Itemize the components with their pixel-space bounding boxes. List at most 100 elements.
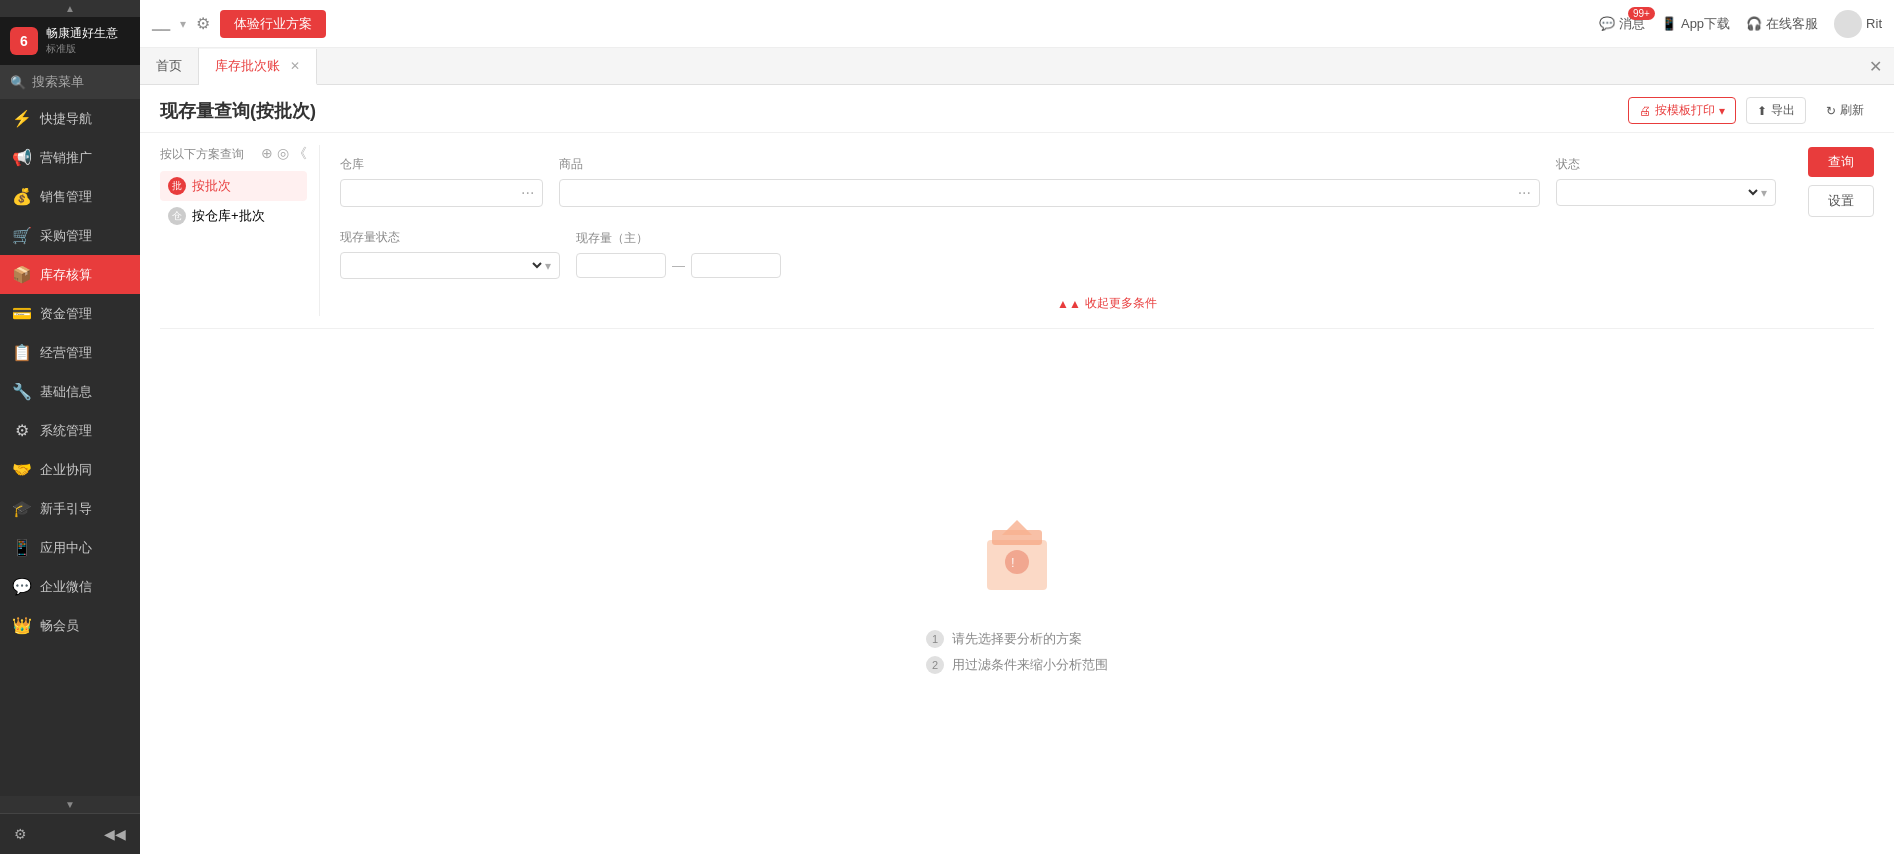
warehouse-input[interactable] xyxy=(349,185,517,200)
status-chevron-icon: ▾ xyxy=(1761,186,1767,200)
search-icon: 🔍 xyxy=(10,75,26,90)
filter-sidebar-actions: ⊕ ◎ 《 xyxy=(261,145,307,163)
sidebar-item-quicknav[interactable]: ⚡ 快捷导航 xyxy=(0,99,140,138)
inventory-nav-icon: 📦 xyxy=(12,265,32,284)
sidebar-item-inventory[interactable]: 📦 库存核算 xyxy=(0,255,140,294)
sidebar-item-marketing[interactable]: 📢 营销推广 xyxy=(0,138,140,177)
quicknav-nav-label: 快捷导航 xyxy=(40,110,92,128)
online-service-btn[interactable]: 🎧 在线客服 xyxy=(1746,15,1818,33)
sidebar-item-business[interactable]: 📋 经营管理 xyxy=(0,333,140,372)
sidebar-scroll-up[interactable]: ▲ xyxy=(0,0,140,17)
message-badge: 99+ xyxy=(1628,7,1655,20)
sales-nav-label: 销售管理 xyxy=(40,188,92,206)
finance-nav-icon: 💳 xyxy=(12,304,32,323)
member-nav-label: 畅会员 xyxy=(40,617,79,635)
template-print-dropdown-icon[interactable]: ▾ xyxy=(1719,104,1725,118)
scheme-item-warehouse-batch[interactable]: 仓 按仓库+批次 xyxy=(160,201,307,231)
sidebar-item-sales[interactable]: 💰 销售管理 xyxy=(0,177,140,216)
sidebar-item-finance[interactable]: 💳 资金管理 xyxy=(0,294,140,333)
query-btn[interactable]: 查询 xyxy=(1808,147,1874,177)
sidebar-header: 6 畅康通好生意 标准版 xyxy=(0,17,140,65)
user-avatar-btn[interactable]: Rit xyxy=(1834,10,1882,38)
tab-close-icon[interactable]: ✕ xyxy=(290,60,300,72)
sidebar-item-purchase[interactable]: 🛒 采购管理 xyxy=(0,216,140,255)
page-header: 现存量查询(按批次) 🖨 按模板打印 ▾ ⬆ 导出 ↻ 刷新 xyxy=(140,85,1894,133)
settings-gear-icon[interactable]: ⚙ xyxy=(196,14,210,33)
inventory-nav-label: 库存核算 xyxy=(40,266,92,284)
stock-amount-max[interactable] xyxy=(691,253,781,278)
stock-status-select[interactable]: 全部 有库存 无库存 xyxy=(349,257,545,274)
system-nav-icon: ⚙ xyxy=(12,421,32,440)
marketing-nav-label: 营销推广 xyxy=(40,149,92,167)
filter-row-2: 现存量状态 全部 有库存 无库存 ▾ 现存量（主） xyxy=(340,229,1874,279)
sidebar-item-member[interactable]: 👑 畅会员 xyxy=(0,606,140,645)
filter-scheme-sidebar: 按以下方案查询 ⊕ ◎ 《 批 按批次 仓 按仓库+批次 xyxy=(160,145,320,316)
stock-status-select-wrap[interactable]: 全部 有库存 无库存 ▾ xyxy=(340,252,560,279)
scheme-item-batch[interactable]: 批 按批次 xyxy=(160,171,307,201)
sidebar-item-basic[interactable]: 🔧 基础信息 xyxy=(0,372,140,411)
trial-btn[interactable]: 体验行业方案 xyxy=(220,10,326,38)
collapse-more-btn[interactable]: ▲▲ 收起更多条件 xyxy=(340,291,1874,316)
warehouse-dots-icon[interactable]: ··· xyxy=(521,184,534,202)
sidebar-item-system[interactable]: ⚙ 系统管理 xyxy=(0,411,140,450)
member-nav-icon: 👑 xyxy=(12,616,32,635)
app-download-btn[interactable]: 📱 App下载 xyxy=(1661,15,1730,33)
collapse-up-icon: ▲▲ xyxy=(1057,297,1081,311)
tab-home[interactable]: 首页 xyxy=(140,48,199,84)
scheme-warehouse-batch-icon: 仓 xyxy=(168,207,186,225)
filter-area: 按以下方案查询 ⊕ ◎ 《 批 按批次 仓 按仓库+批次 xyxy=(140,133,1894,328)
step1-num: 1 xyxy=(926,630,944,648)
product-input[interactable] xyxy=(568,185,1513,200)
quicknav-nav-icon: ⚡ xyxy=(12,109,32,128)
basic-nav-label: 基础信息 xyxy=(40,383,92,401)
message-icon: 💬 xyxy=(1599,16,1615,31)
app-logo: 6 xyxy=(10,27,38,55)
add-scheme-icon[interactable]: ⊕ xyxy=(261,145,273,163)
newguide-nav-icon: 🎓 xyxy=(12,499,32,518)
scheme-settings-icon[interactable]: ◎ xyxy=(277,145,289,163)
app-version: 标准版 xyxy=(46,42,118,56)
stock-status-field: 现存量状态 全部 有库存 无库存 ▾ xyxy=(340,229,560,279)
export-btn[interactable]: ⬆ 导出 xyxy=(1746,97,1806,124)
sidebar-item-enterprise[interactable]: 🤝 企业协同 xyxy=(0,450,140,489)
system-nav-label: 系统管理 xyxy=(40,422,92,440)
refresh-btn[interactable]: ↻ 刷新 xyxy=(1816,98,1874,123)
status-field: 状态 ▾ xyxy=(1556,156,1776,206)
sidebar-scroll-down[interactable]: ▼ xyxy=(0,796,140,813)
breadcrumb-dropdown[interactable]: ▾ xyxy=(180,17,186,31)
status-select-wrap[interactable]: ▾ xyxy=(1556,179,1776,206)
panel-close-btn[interactable]: ✕ xyxy=(1857,57,1894,76)
sidebar-collapse-icon[interactable]: ◀◀ xyxy=(100,822,130,846)
stock-amount-min[interactable] xyxy=(576,253,666,278)
scheme-batch-label: 按批次 xyxy=(192,177,231,195)
wechat-nav-icon: 💬 xyxy=(12,577,32,596)
tab-inventory-batch[interactable]: 库存批次账 ✕ xyxy=(199,49,317,85)
sidebar-item-wechat[interactable]: 💬 企业微信 xyxy=(0,567,140,606)
page-title: 现存量查询(按批次) xyxy=(160,99,316,123)
status-select[interactable] xyxy=(1565,184,1761,201)
stock-status-chevron-icon: ▾ xyxy=(545,259,551,273)
sidebar-settings-icon[interactable]: ⚙ xyxy=(10,822,31,846)
sidebar-item-appcenter[interactable]: 📱 应用中心 xyxy=(0,528,140,567)
product-dots-icon[interactable]: ··· xyxy=(1518,184,1531,202)
sidebar-item-newguide[interactable]: 🎓 新手引导 xyxy=(0,489,140,528)
status-label: 状态 xyxy=(1556,156,1776,173)
filter-main: 仓库 ··· 商品 ··· 状态 xyxy=(320,145,1874,316)
main-area: ▁▁ ▾ ⚙ 体验行业方案 💬 消息 99+ 📱 App下载 🎧 在线客服 Ri… xyxy=(140,0,1894,854)
message-btn[interactable]: 💬 消息 99+ xyxy=(1599,15,1645,33)
filter-collapse-btn[interactable]: 《 xyxy=(293,145,307,163)
template-print-btn[interactable]: 🖨 按模板打印 ▾ xyxy=(1628,97,1736,124)
app-info: 畅康通好生意 标准版 xyxy=(46,26,118,56)
svg-point-3 xyxy=(1005,550,1029,574)
empty-step-1: 1 请先选择要分析的方案 xyxy=(926,630,1108,648)
breadcrumb: ▁▁ xyxy=(152,17,170,31)
service-icon: 🎧 xyxy=(1746,16,1762,31)
content-area: 现存量查询(按批次) 🖨 按模板打印 ▾ ⬆ 导出 ↻ 刷新 xyxy=(140,85,1894,854)
search-menu[interactable]: 🔍 搜索菜单 xyxy=(0,65,140,99)
setting-btn[interactable]: 设置 xyxy=(1808,185,1874,217)
sidebar-nav: ⚡ 快捷导航 📢 营销推广 💰 销售管理 🛒 采购管理 📦 库存核算 💳 资金管… xyxy=(0,99,140,796)
purchase-nav-icon: 🛒 xyxy=(12,226,32,245)
business-nav-label: 经营管理 xyxy=(40,344,92,362)
basic-nav-icon: 🔧 xyxy=(12,382,32,401)
scheme-batch-icon: 批 xyxy=(168,177,186,195)
